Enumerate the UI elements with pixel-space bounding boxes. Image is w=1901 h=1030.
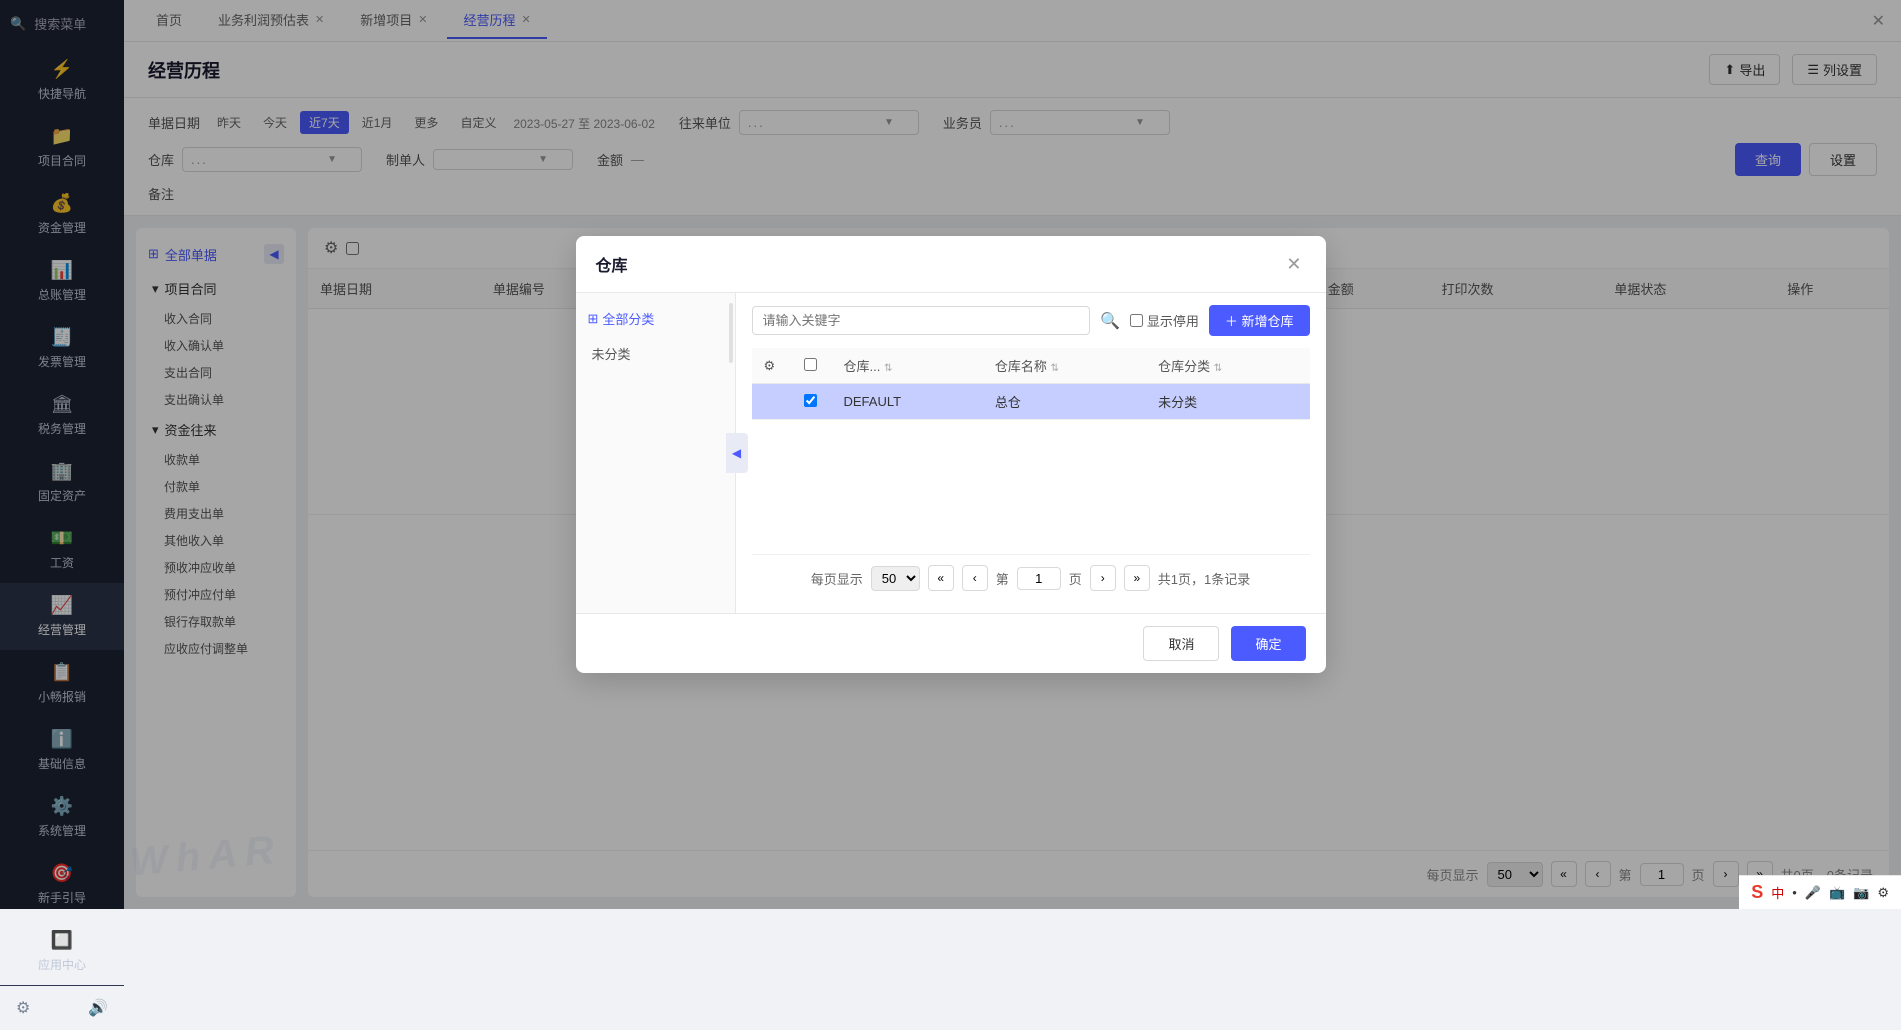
modal-pagination: 每页显示 50 « ‹ 第 页 › » 共1页，1条记录 — [752, 554, 1310, 601]
sidebar-bottom: ⚙ 🔊 — [0, 985, 124, 1030]
volume-icon[interactable]: 🔊 — [88, 998, 108, 1018]
taskbar-icon-3: 🎤 — [1805, 885, 1821, 901]
add-warehouse-button[interactable]: ＋ 新增仓库 — [1209, 305, 1310, 336]
modal-select-all[interactable] — [804, 358, 817, 371]
modal-actions: 取消 确定 — [576, 613, 1326, 673]
app-center-icon: 🔲 — [51, 930, 73, 951]
modal-page-input[interactable] — [1017, 567, 1061, 590]
modal-first-page[interactable]: « — [928, 565, 954, 591]
show-disabled-label: 显示停用 — [1130, 311, 1199, 330]
modal-data-table: ⚙ 仓库... ⇅ 仓库名称 ⇅ — [752, 348, 1310, 420]
taskbar-icon-2: • — [1792, 885, 1797, 900]
sort-icon-code[interactable]: ⇅ — [884, 363, 892, 374]
row-checkbox-cell — [792, 384, 832, 420]
modal-search-input[interactable] — [752, 306, 1090, 335]
row-settings-cell — [752, 384, 792, 420]
taskbar-icon-6: ⚙ — [1877, 885, 1889, 901]
grid-icon-modal: ⊞ — [588, 311, 599, 327]
modal-overlay[interactable]: 仓库 ✕ ⊞ 全部分类 未分类 ◀ — [0, 0, 1901, 909]
modal-table-wrapper: ⚙ 仓库... ⇅ 仓库名称 ⇅ — [752, 348, 1310, 554]
row-checkbox[interactable] — [804, 394, 817, 407]
modal-page-prefix: 第 — [996, 569, 1009, 588]
modal-col-code: 仓库... ⇅ — [832, 348, 983, 384]
modal-header: 仓库 ✕ — [576, 236, 1326, 293]
row-code-cell: DEFAULT — [832, 384, 983, 420]
modal-left-panel: ⊞ 全部分类 未分类 ◀ — [576, 293, 736, 613]
modal-col-settings: ⚙ — [752, 348, 792, 384]
row-name-cell: 总仓 — [983, 384, 1146, 420]
modal-toolbar: 🔍 显示停用 ＋ 新增仓库 — [752, 305, 1310, 336]
modal-col-category: 仓库分类 ⇅ — [1146, 348, 1309, 384]
modal-total: 共1页，1条记录 — [1158, 569, 1250, 588]
modal-prev-page[interactable]: ‹ — [962, 565, 988, 591]
modal-close-button[interactable]: ✕ — [1282, 254, 1305, 275]
modal-next-page[interactable]: › — [1090, 565, 1116, 591]
sidebar-item-label: 应用中心 — [38, 956, 86, 973]
modal-left-collapse-btn[interactable]: ◀ — [726, 433, 748, 473]
modal-uncategorized[interactable]: 未分类 — [576, 336, 735, 371]
taskbar-logo: S — [1751, 882, 1763, 903]
modal-right-panel: 🔍 显示停用 ＋ 新增仓库 ⚙ — [736, 293, 1326, 613]
modal-col-name: 仓库名称 ⇅ — [983, 348, 1146, 384]
cancel-button[interactable]: 取消 — [1143, 626, 1219, 661]
modal-last-page[interactable]: » — [1124, 565, 1150, 591]
confirm-button[interactable]: 确定 — [1231, 626, 1305, 661]
taskbar-icon-1: 中 — [1771, 883, 1784, 902]
sidebar-item-app-center[interactable]: 🔲 应用中心 — [0, 918, 124, 985]
show-disabled-checkbox[interactable] — [1130, 314, 1143, 327]
scrollbar-indicator — [729, 303, 733, 363]
modal-page-label: 页 — [1069, 569, 1082, 588]
modal-col-checkbox — [792, 348, 832, 384]
modal-title: 仓库 — [596, 252, 628, 276]
settings-icon[interactable]: ⚙ — [16, 998, 30, 1018]
modal-search-button[interactable]: 🔍 — [1100, 311, 1120, 331]
modal-body: ⊞ 全部分类 未分类 ◀ 🔍 显示停用 — [576, 293, 1326, 613]
warehouse-modal: 仓库 ✕ ⊞ 全部分类 未分类 ◀ — [576, 236, 1326, 673]
taskbar-icon-4: 📺 — [1829, 885, 1845, 901]
modal-page-size-label: 每页显示 — [811, 569, 863, 588]
modal-page-size-select[interactable]: 50 — [871, 566, 920, 591]
row-category-cell: 未分类 — [1146, 384, 1309, 420]
taskbar-icon-5: 📷 — [1853, 885, 1869, 901]
modal-all-categories[interactable]: ⊞ 全部分类 — [576, 301, 735, 336]
taskbar: S 中 • 🎤 📺 📷 ⚙ — [1739, 875, 1901, 909]
sort-icon-category[interactable]: ⇅ — [1214, 363, 1222, 374]
modal-table-row[interactable]: DEFAULT 总仓 未分类 — [752, 384, 1310, 420]
sort-icon-name[interactable]: ⇅ — [1050, 363, 1058, 374]
